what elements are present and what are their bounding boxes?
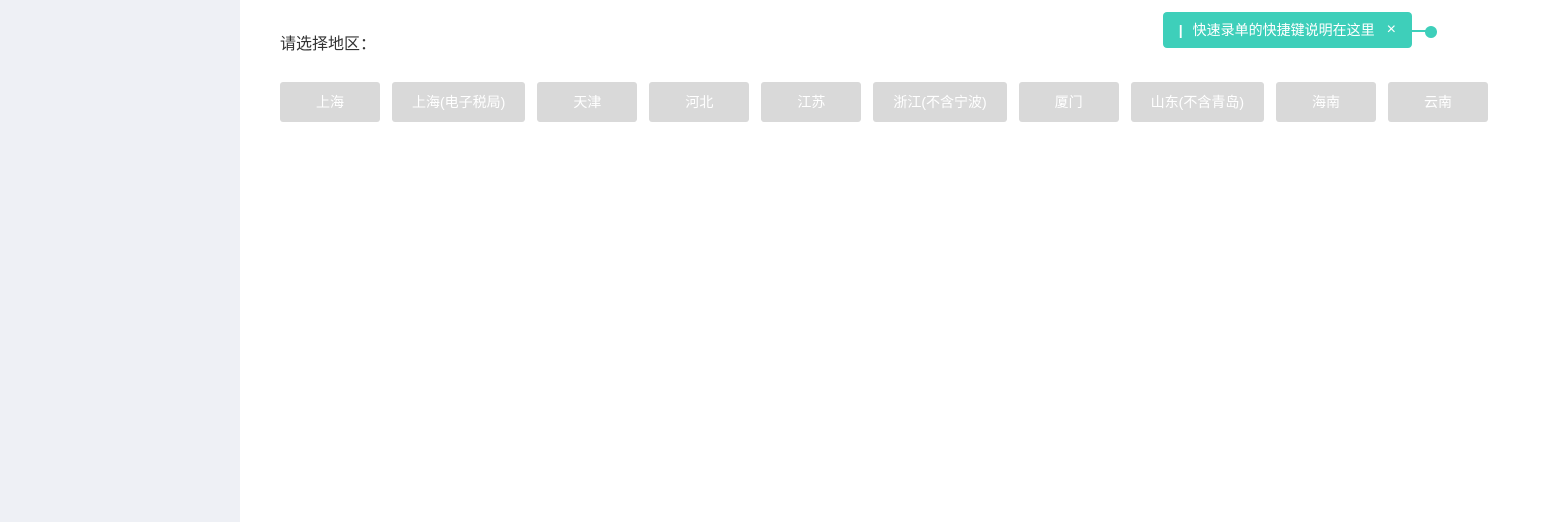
- region-button-2[interactable]: 天津: [537, 82, 637, 122]
- tooltip-banner: 快速录单的快捷键说明在这里 ×: [1163, 12, 1412, 48]
- region-button-8[interactable]: 海南: [1276, 82, 1376, 122]
- region-button-9[interactable]: 云南: [1388, 82, 1488, 122]
- region-button-1[interactable]: 上海(电子税局): [392, 82, 525, 122]
- region-buttons-container: 上海上海(电子税局) 天津河北江苏浙江(不含宁波) 厦门山东(不含青岛) 海南云南: [280, 82, 1522, 122]
- left-sidebar: [0, 0, 240, 522]
- region-button-0[interactable]: 上海: [280, 82, 380, 122]
- tooltip-dot: [1425, 26, 1437, 38]
- region-button-3[interactable]: 河北: [649, 82, 749, 122]
- region-button-7[interactable]: 山东(不含青岛): [1131, 82, 1264, 122]
- region-button-6[interactable]: 厦门: [1019, 82, 1119, 122]
- tooltip-line: [1412, 30, 1426, 32]
- main-content: 请选择地区： 上海上海(电子税局)天津河北江苏浙江(不含宁波)厦门山东(不含青岛…: [240, 0, 1562, 522]
- tooltip-text: 快速录单的快捷键说明在这里: [1193, 20, 1375, 40]
- region-button-4[interactable]: 江苏: [761, 82, 861, 122]
- tooltip-close-button[interactable]: ×: [1387, 22, 1396, 38]
- region-button-5[interactable]: 浙江(不含宁波): [873, 82, 1006, 122]
